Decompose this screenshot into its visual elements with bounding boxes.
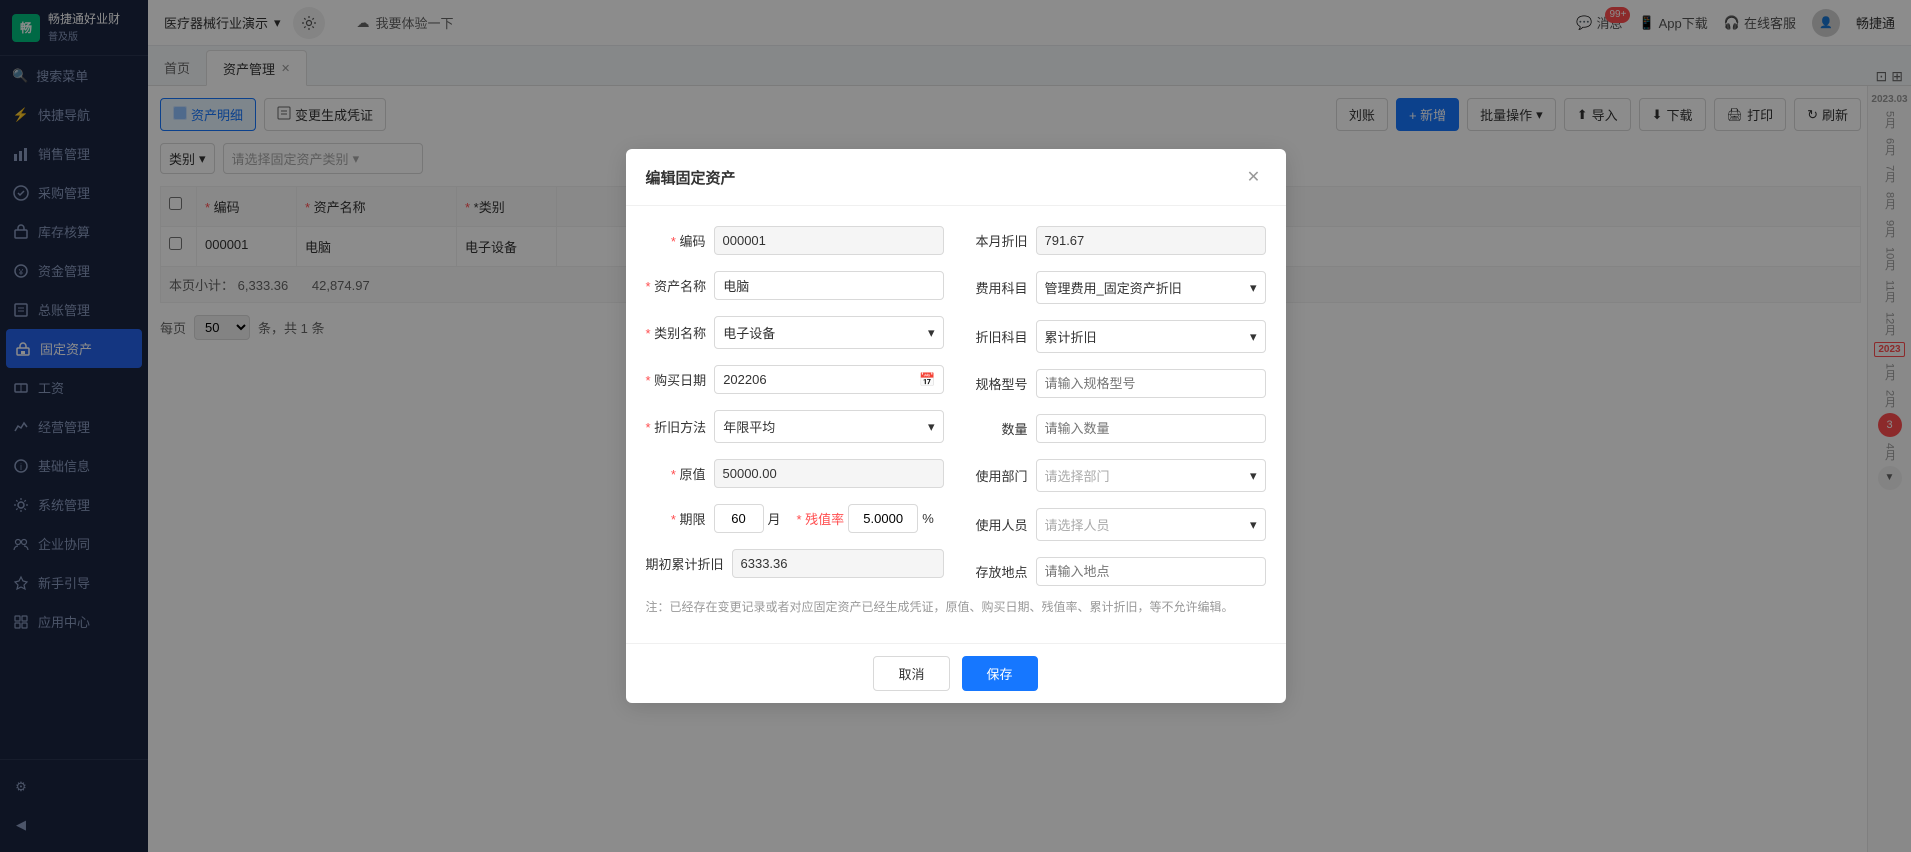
code-input[interactable] xyxy=(714,226,944,255)
dept-arrow: ▾ xyxy=(1250,468,1257,484)
form-row-user: 使用人员 请选择人员 ▾ xyxy=(968,508,1266,541)
modal-title: 编辑固定资产 xyxy=(646,167,736,188)
purchase-date-label: 购买日期 xyxy=(646,370,707,389)
cancel-button[interactable]: 取消 xyxy=(873,656,949,691)
purchase-date-input[interactable] xyxy=(714,365,943,394)
calendar-icon: 📅 xyxy=(919,372,935,388)
modal-close-button[interactable]: ✕ xyxy=(1242,165,1266,189)
modal-body: 编码 资产名称 类别名称 电子设备 ▾ xyxy=(626,206,1286,643)
category-select-value: 电子设备 xyxy=(723,323,775,342)
modal-form: 编码 资产名称 类别名称 电子设备 ▾ xyxy=(646,226,1266,586)
spec-input[interactable] xyxy=(1036,369,1266,398)
dep-subject-select[interactable]: 累计折旧 ▾ xyxy=(1036,320,1266,353)
original-value-label: 原值 xyxy=(646,464,706,483)
modal-footer: 取消 保存 xyxy=(626,643,1286,703)
residual-rate-input[interactable] xyxy=(848,504,918,533)
monthly-dep-label: 本月折旧 xyxy=(968,231,1028,250)
expense-subject-select[interactable]: 管理费用_固定资产折旧 ▾ xyxy=(1036,271,1266,304)
form-row-asset-name: 资产名称 xyxy=(646,271,944,300)
form-row-dept: 使用部门 请选择部门 ▾ xyxy=(968,459,1266,492)
edit-asset-modal: 编辑固定资产 ✕ 编码 资产名称 类别名称 xyxy=(626,149,1286,703)
category-label: 类别名称 xyxy=(646,323,707,342)
category-select-arrow: ▾ xyxy=(928,325,935,341)
residual-rate-unit: % xyxy=(922,511,934,526)
dept-placeholder: 请选择部门 xyxy=(1045,466,1110,485)
user-select[interactable]: 请选择人员 ▾ xyxy=(1036,508,1266,541)
residual-rate-label: * 残值率 xyxy=(797,509,845,528)
period-label: 期限 xyxy=(646,509,706,528)
dep-subject-arrow: ▾ xyxy=(1250,329,1257,345)
form-left-col: 编码 资产名称 类别名称 电子设备 ▾ xyxy=(646,226,944,586)
dep-method-select[interactable]: 年限平均 ▾ xyxy=(714,410,943,443)
expense-subject-label: 费用科目 xyxy=(968,278,1028,297)
form-row-init-accum: 期初累计折旧 xyxy=(646,549,944,578)
dept-label: 使用部门 xyxy=(968,466,1028,485)
form-row-monthly-dep: 本月折旧 xyxy=(968,226,1266,255)
expense-subject-value: 管理费用_固定资产折旧 xyxy=(1045,278,1182,297)
form-row-dep-subject: 折旧科目 累计折旧 ▾ xyxy=(968,320,1266,353)
period-input[interactable] xyxy=(714,504,764,533)
purchase-date-field: 📅 xyxy=(714,365,943,394)
modal-note: 注：已经存在变更记录或者对应固定资产已经生成凭证，原值、购买日期、残值率、累计折… xyxy=(646,598,1266,623)
save-button[interactable]: 保存 xyxy=(962,656,1038,691)
init-accum-dep-label: 期初累计折旧 xyxy=(646,554,724,573)
dep-method-arrow: ▾ xyxy=(928,419,935,435)
user-arrow: ▾ xyxy=(1250,517,1257,533)
asset-name-input[interactable] xyxy=(714,271,943,300)
asset-name-label: 资产名称 xyxy=(646,276,707,295)
quantity-label: 数量 xyxy=(968,419,1028,438)
spec-label: 规格型号 xyxy=(968,374,1028,393)
form-row-spec: 规格型号 xyxy=(968,369,1266,398)
dep-subject-label: 折旧科目 xyxy=(968,327,1028,346)
modal-header: 编辑固定资产 ✕ xyxy=(626,149,1286,206)
original-value-input[interactable] xyxy=(714,459,944,488)
category-select[interactable]: 电子设备 ▾ xyxy=(714,316,943,349)
location-label: 存放地点 xyxy=(968,562,1028,581)
form-row-period: 期限 月 * 残值率 % xyxy=(646,504,944,533)
modal-overlay: 编辑固定资产 ✕ 编码 资产名称 类别名称 xyxy=(0,0,1911,852)
period-fields: 月 * 残值率 % xyxy=(714,504,934,533)
code-label: 编码 xyxy=(646,231,706,250)
quantity-input[interactable] xyxy=(1036,414,1266,443)
user-label: 使用人员 xyxy=(968,515,1028,534)
dept-select[interactable]: 请选择部门 ▾ xyxy=(1036,459,1266,492)
form-row-quantity: 数量 xyxy=(968,414,1266,443)
dep-method-value: 年限平均 xyxy=(723,417,775,436)
expense-subject-arrow: ▾ xyxy=(1250,280,1257,296)
form-row-code: 编码 xyxy=(646,226,944,255)
form-row-expense-subject: 费用科目 管理费用_固定资产折旧 ▾ xyxy=(968,271,1266,304)
user-placeholder: 请选择人员 xyxy=(1045,515,1110,534)
dep-method-label: 折旧方法 xyxy=(646,417,707,436)
init-accum-dep-input[interactable] xyxy=(732,549,944,578)
form-right-col: 本月折旧 费用科目 管理费用_固定资产折旧 ▾ 折旧科目 累计折旧 xyxy=(968,226,1266,586)
location-input[interactable] xyxy=(1036,557,1266,586)
form-row-category: 类别名称 电子设备 ▾ xyxy=(646,316,944,349)
monthly-dep-input xyxy=(1036,226,1266,255)
form-row-location: 存放地点 xyxy=(968,557,1266,586)
form-row-purchase-date: 购买日期 📅 xyxy=(646,365,944,394)
dep-subject-value: 累计折旧 xyxy=(1045,327,1097,346)
form-row-dep-method: 折旧方法 年限平均 ▾ xyxy=(646,410,944,443)
period-unit: 月 xyxy=(768,509,781,528)
form-row-original-value: 原值 xyxy=(646,459,944,488)
